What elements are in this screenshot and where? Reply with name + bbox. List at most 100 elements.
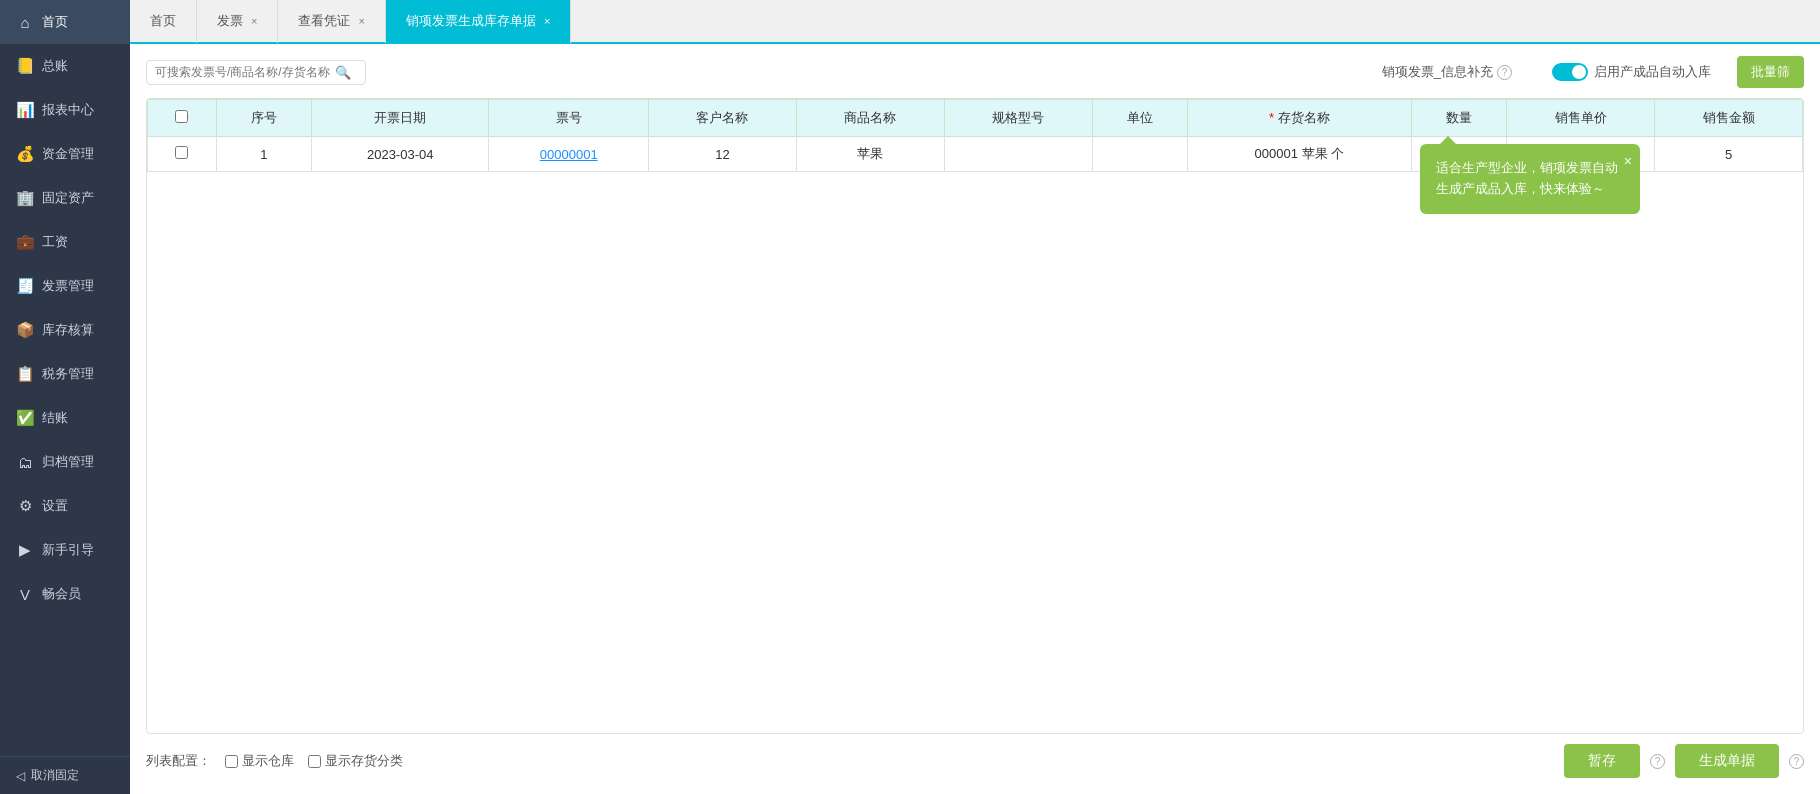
sidebar-item-wages[interactable]: 💼 工资 [0, 220, 130, 264]
sidebar-item-label: 工资 [42, 233, 68, 251]
col-date: 开票日期 [312, 100, 489, 137]
settings-icon: ⚙ [16, 497, 34, 515]
row-ticket-no[interactable]: 00000001 [489, 137, 649, 172]
row-inventory: 000001 苹果 个 [1187, 137, 1411, 172]
col-ticket-no: 票号 [489, 100, 649, 137]
tab-invoice-label: 发票 [217, 12, 243, 30]
show-category-label: 显示存货分类 [325, 752, 403, 770]
col-product: 商品名称 [796, 100, 944, 137]
sidebar-item-invoice-mgmt[interactable]: 🧾 发票管理 [0, 264, 130, 308]
row-customer: 12 [649, 137, 797, 172]
fixed-assets-icon: 🏢 [16, 189, 34, 207]
wages-icon: 💼 [16, 233, 34, 251]
unpin-label: 取消固定 [31, 767, 79, 784]
tab-invoice-close[interactable]: × [251, 15, 257, 27]
sidebar-item-vip[interactable]: V 畅会员 [0, 572, 130, 616]
show-category-checkbox[interactable] [308, 755, 321, 768]
search-box[interactable]: 🔍 [146, 60, 366, 85]
sidebar-item-label: 资金管理 [42, 145, 94, 163]
col-spec: 规格型号 [944, 100, 1092, 137]
row-unit [1092, 137, 1187, 172]
guide-icon: ▶ [16, 541, 34, 559]
vip-icon: V [16, 586, 34, 603]
generate-button[interactable]: 生成单据 [1675, 744, 1779, 778]
sidebar-item-label: 新手引导 [42, 541, 94, 559]
sidebar-item-settlement[interactable]: ✅ 结账 [0, 396, 130, 440]
tax-icon: 📋 [16, 365, 34, 383]
row-amount: 5 [1655, 137, 1803, 172]
col-amount: 销售金额 [1655, 100, 1803, 137]
unpin-button[interactable]: ◁ 取消固定 [0, 756, 130, 794]
sidebar: ⌂ 首页 📒 总账 📊 报表中心 💰 资金管理 🏢 固定资产 💼 工资 🧾 发票… [0, 0, 130, 794]
generate-info-icon[interactable]: ? [1789, 754, 1804, 769]
tab-view-voucher-label: 查看凭证 [298, 12, 350, 30]
tab-invoice[interactable]: 发票 × [197, 0, 278, 43]
col-unit: 单位 [1092, 100, 1187, 137]
reports-icon: 📊 [16, 101, 34, 119]
sidebar-item-label: 设置 [42, 497, 68, 515]
tab-view-voucher[interactable]: 查看凭证 × [278, 0, 385, 43]
sidebar-item-archive[interactable]: 🗂 归档管理 [0, 440, 130, 484]
row-checkbox[interactable] [175, 146, 188, 159]
col-unit-price: 销售单价 [1507, 100, 1655, 137]
info-text: 销项发票_信息补充 [1382, 63, 1493, 81]
row-spec [944, 137, 1092, 172]
col-customer: 客户名称 [649, 100, 797, 137]
search-input[interactable] [155, 65, 335, 79]
col-checkbox[interactable] [148, 100, 217, 137]
sidebar-item-label: 首页 [42, 13, 68, 31]
tooltip-close-button[interactable]: × [1624, 150, 1632, 172]
settlement-icon: ✅ [16, 409, 34, 427]
batch-button[interactable]: 批量筛 [1737, 56, 1804, 88]
tab-home[interactable]: 首页 [130, 0, 197, 43]
save-info-icon[interactable]: ? [1650, 754, 1665, 769]
sidebar-item-tax[interactable]: 📋 税务管理 [0, 352, 130, 396]
col-qty: 数量 [1411, 100, 1506, 137]
row-seq: 1 [216, 137, 311, 172]
bottom-actions: 暂存 ? 生成单据 ? [1564, 744, 1804, 778]
sidebar-item-label: 归档管理 [42, 453, 94, 471]
unpin-icon: ◁ [16, 769, 25, 783]
sidebar-item-funds[interactable]: 💰 资金管理 [0, 132, 130, 176]
sidebar-item-fixed-assets[interactable]: 🏢 固定资产 [0, 176, 130, 220]
search-icon: 🔍 [335, 65, 351, 80]
tab-sales-invoice-label: 销项发票生成库存单据 [406, 12, 536, 30]
tab-sales-invoice-close[interactable]: × [544, 15, 550, 27]
toggle-label: 启用产成品自动入库 [1594, 63, 1711, 81]
sidebar-item-reports[interactable]: 📊 报表中心 [0, 88, 130, 132]
row-checkbox-cell[interactable] [148, 137, 217, 172]
content-area: 🔍 销项发票_信息补充 ? 启用产成品自动入库 批量筛 序 [130, 44, 1820, 794]
sidebar-item-home[interactable]: ⌂ 首页 [0, 0, 130, 44]
main-area: 首页 发票 × 查看凭证 × 销项发票生成库存单据 × 🔍 销项发票_信息补充 … [130, 0, 1820, 794]
sidebar-item-guide[interactable]: ▶ 新手引导 [0, 528, 130, 572]
ledger-icon: 📒 [16, 57, 34, 75]
show-category-item[interactable]: 显示存货分类 [308, 752, 403, 770]
save-button[interactable]: 暂存 [1564, 744, 1640, 778]
home-icon: ⌂ [16, 14, 34, 31]
select-all-checkbox[interactable] [175, 110, 188, 123]
sidebar-item-label: 固定资产 [42, 189, 94, 207]
show-warehouse-label: 显示仓库 [242, 752, 294, 770]
sidebar-item-label: 税务管理 [42, 365, 94, 383]
tooltip-popup: × 适合生产型企业，销项发票自动生成产成品入库，快来体验～ [1420, 144, 1640, 214]
auto-warehouse-toggle[interactable] [1552, 63, 1588, 81]
col-inventory: * 存货名称 [1187, 100, 1411, 137]
archive-icon: 🗂 [16, 454, 34, 471]
sidebar-item-label: 发票管理 [42, 277, 94, 295]
col-seq: 序号 [216, 100, 311, 137]
sidebar-item-label: 报表中心 [42, 101, 94, 119]
sidebar-item-inventory[interactable]: 📦 库存核算 [0, 308, 130, 352]
tab-view-voucher-close[interactable]: × [358, 15, 364, 27]
show-warehouse-checkbox[interactable] [225, 755, 238, 768]
show-warehouse-item[interactable]: 显示仓库 [225, 752, 294, 770]
sidebar-item-label: 畅会员 [42, 585, 81, 603]
bottom-bar: 列表配置： 显示仓库 显示存货分类 暂存 ? 生成单据 ? [146, 734, 1804, 782]
top-bar: 🔍 销项发票_信息补充 ? 启用产成品自动入库 批量筛 [146, 56, 1804, 88]
info-icon[interactable]: ? [1497, 65, 1512, 80]
row-date: 2023-03-04 [312, 137, 489, 172]
list-config-label: 列表配置： [146, 752, 211, 770]
sidebar-item-settings[interactable]: ⚙ 设置 [0, 484, 130, 528]
sidebar-item-ledger[interactable]: 📒 总账 [0, 44, 130, 88]
tab-sales-invoice[interactable]: 销项发票生成库存单据 × [386, 0, 571, 43]
tab-bar: 首页 发票 × 查看凭证 × 销项发票生成库存单据 × [130, 0, 1820, 44]
